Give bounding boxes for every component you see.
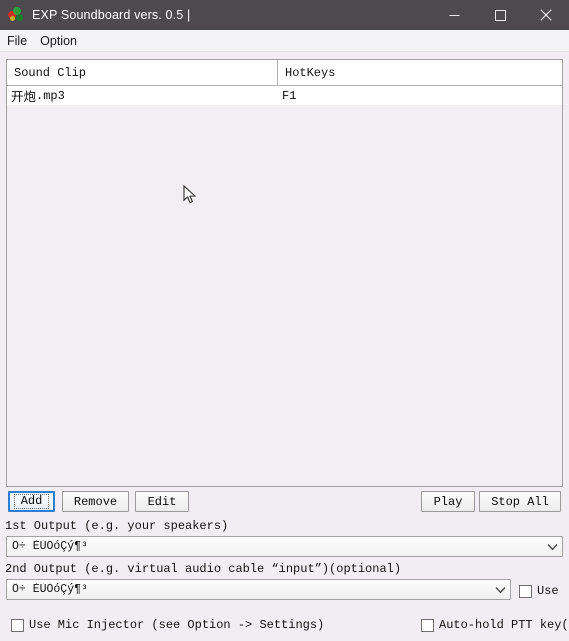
- remove-button[interactable]: Remove: [62, 491, 129, 512]
- close-icon[interactable]: [523, 0, 569, 30]
- soundboard-app-icon: [8, 7, 24, 23]
- title-bar: EXP Soundboard vers. 0.5 |: [0, 0, 569, 30]
- remove-button-label: Remove: [73, 494, 118, 509]
- stop-all-button-label: Stop All: [491, 494, 549, 509]
- list-header-row: Sound Clip HotKeys: [7, 60, 562, 86]
- action-button-row: Add Remove Edit Play Stop All: [0, 491, 569, 513]
- menu-bar: File Option: [0, 30, 569, 52]
- list-body: 开炮 .mp3 F1: [7, 86, 562, 105]
- add-button-label: Add: [13, 494, 50, 509]
- second-output-label: 2nd Output (e.g. virtual audio cable “in…: [5, 562, 402, 576]
- column-header-hotkeys[interactable]: HotKeys: [278, 60, 562, 85]
- cell-sound-clip-ext: .mp3: [36, 88, 65, 103]
- checkbox-box[interactable]: [421, 618, 434, 632]
- add-button[interactable]: Add: [8, 491, 55, 512]
- list-empty-area[interactable]: [7, 105, 562, 486]
- auto-hold-ptt-checkbox[interactable]: Auto-hold PTT key(s): [421, 618, 569, 632]
- use-mic-injector-checkbox[interactable]: Use Mic Injector (see Option -> Settings…: [11, 618, 324, 632]
- second-output-use-label: Use: [537, 584, 559, 598]
- menu-item-option[interactable]: Option: [34, 32, 83, 50]
- stop-all-button[interactable]: Stop All: [479, 491, 561, 512]
- auto-hold-ptt-label: Auto-hold PTT key(s): [439, 618, 569, 632]
- cell-hotkeys: F1: [282, 88, 297, 103]
- cell-sound-clip-name: 开炮: [11, 89, 37, 104]
- edit-button-label: Edit: [147, 494, 177, 509]
- first-output-value: Õ÷ ÈÙÒóÇý¶³: [12, 540, 88, 553]
- play-button-label: Play: [433, 494, 463, 509]
- second-output-select[interactable]: Õ÷ ÈÙÒóÇý¶³: [6, 579, 511, 600]
- column-header-sound-clip[interactable]: Sound Clip: [7, 60, 278, 85]
- maximize-icon[interactable]: [477, 0, 523, 30]
- first-output-select[interactable]: Õ÷ ÈÙÒóÇý¶³: [6, 536, 563, 557]
- window-controls: [431, 0, 569, 30]
- edit-button[interactable]: Edit: [135, 491, 189, 512]
- sound-clip-list[interactable]: Sound Clip HotKeys 开炮 .mp3 F1: [6, 59, 563, 487]
- cell-sound-clip: 开炮 .mp3: [7, 86, 278, 105]
- first-output-label: 1st Output (e.g. your speakers): [5, 519, 229, 533]
- minimize-icon[interactable]: [431, 0, 477, 30]
- use-mic-injector-label: Use Mic Injector (see Option -> Settings…: [29, 618, 325, 632]
- second-output-value: Õ÷ ÈÙÒóÇý¶³: [12, 583, 88, 596]
- chevron-down-icon[interactable]: [490, 586, 510, 594]
- app-window: 497 497 497 497 EXP Soundboard vers. 0.5…: [0, 0, 569, 641]
- window-title: EXP Soundboard vers. 0.5 |: [32, 8, 191, 22]
- chevron-down-icon[interactable]: [542, 543, 562, 551]
- checkbox-box[interactable]: [11, 618, 24, 632]
- checkbox-box[interactable]: [519, 584, 532, 598]
- play-button[interactable]: Play: [421, 491, 475, 512]
- table-row[interactable]: 开炮 .mp3 F1: [7, 86, 562, 105]
- menu-item-file[interactable]: File: [1, 32, 33, 50]
- second-output-use-checkbox[interactable]: Use: [519, 584, 559, 598]
